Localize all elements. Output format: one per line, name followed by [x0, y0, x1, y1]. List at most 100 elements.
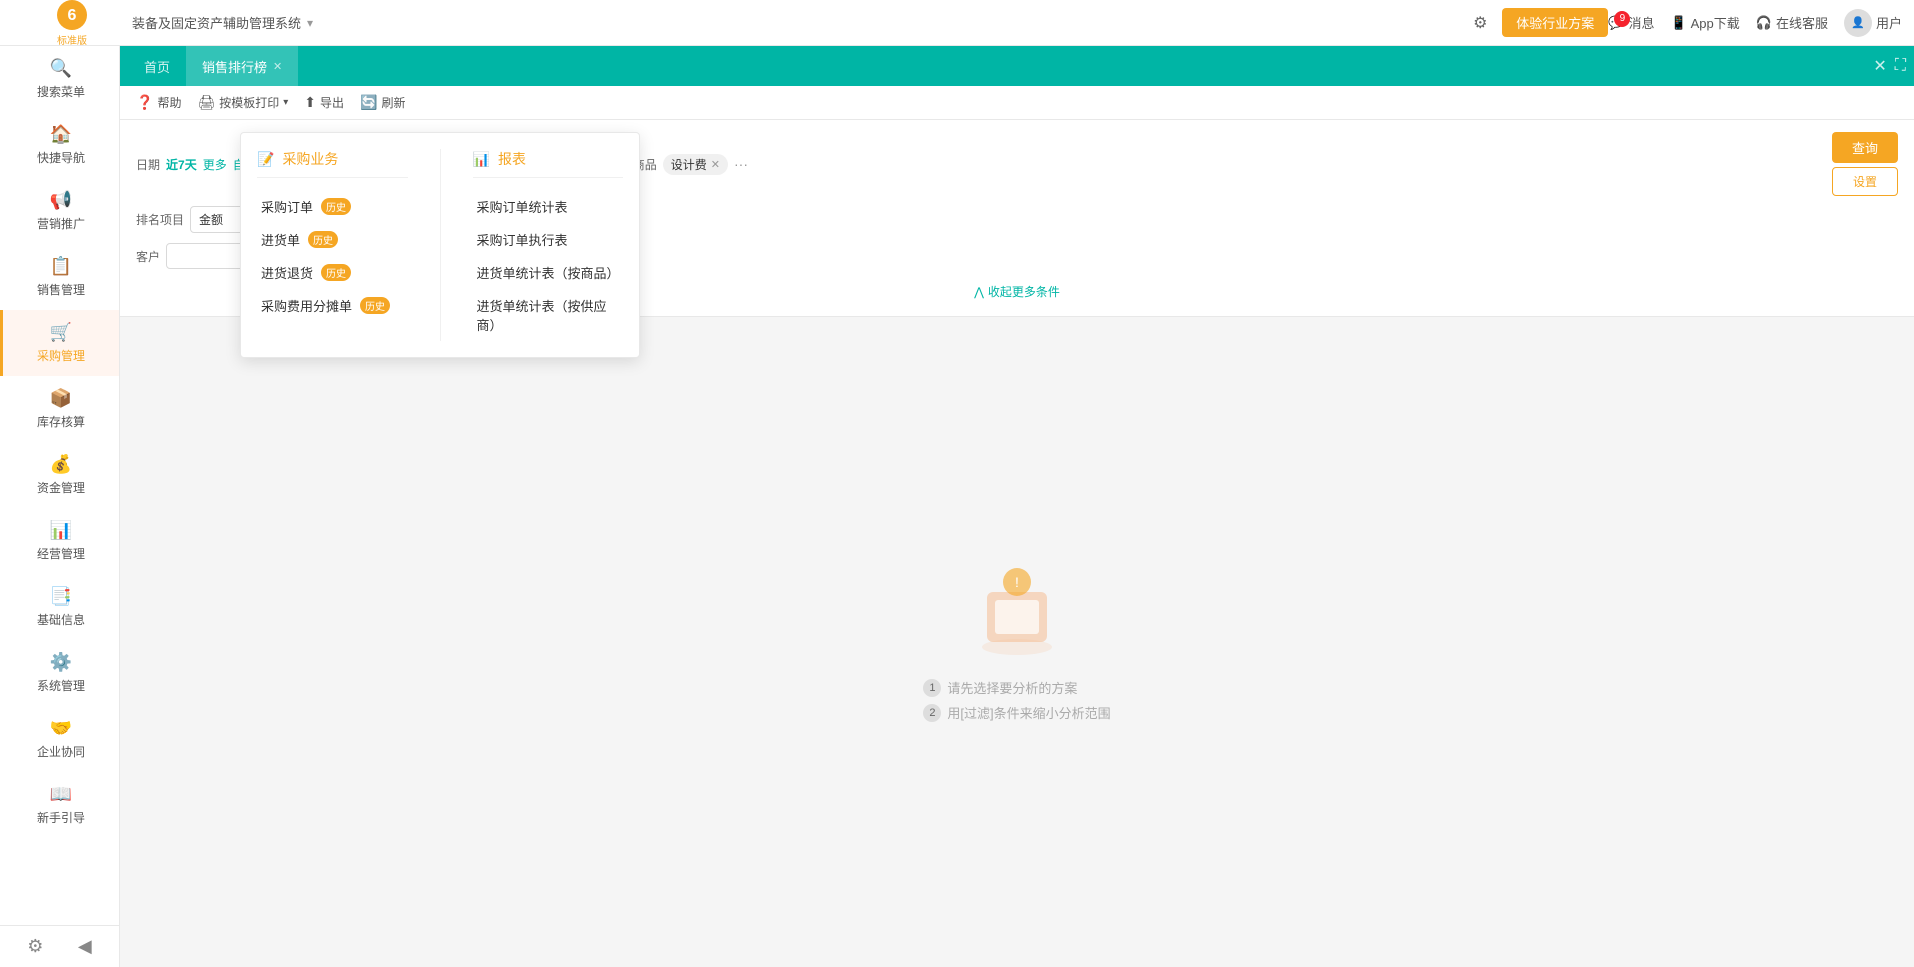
purchase-icon: 🛒	[50, 322, 72, 343]
dropdown-item-return[interactable]: 进货退货 历史	[257, 256, 408, 289]
goods-ellipsis[interactable]: ···	[734, 156, 748, 172]
incoming-label: 进货单	[261, 230, 300, 249]
system-icon: ⚙️	[50, 652, 72, 673]
enterprise-icon: 🤝	[50, 718, 72, 739]
dropdown-item-incoming-stat-by-goods[interactable]: 进货单统计表（按商品）	[473, 256, 624, 289]
sidebar-item-operation[interactable]: 📊 经营管理	[0, 508, 119, 574]
sidebar-item-enterprise[interactable]: 🤝 企业协同	[0, 706, 119, 772]
date-preset-more[interactable]: 更多	[203, 156, 227, 173]
purchase-order-label: 采购订单	[261, 197, 313, 216]
sidebar-settings-btn[interactable]: ⚙	[27, 936, 43, 957]
purchase-section-title: 采购业务	[282, 149, 338, 169]
sidebar-item-search[interactable]: 🔍 搜索菜单	[0, 46, 119, 112]
sidebar-item-marketing[interactable]: 📢 营销推广	[0, 178, 119, 244]
settings-outline-btn[interactable]: 设置	[1832, 167, 1898, 196]
purchase-order-history-badge: 历史	[321, 198, 351, 215]
purchase-section-header: 📝 采购业务	[257, 149, 408, 178]
purchase-section: 📝 采购业务 采购订单 历史 进货单 历史 进货退货 历史	[257, 149, 408, 341]
collapse-btn[interactable]: ⋀ 收起更多条件	[970, 279, 1064, 304]
sidebar-item-system[interactable]: ⚙️ 系统管理	[0, 640, 119, 706]
sidebar-label-marketing: 营销推广	[37, 215, 85, 232]
incoming-history-badge: 历史	[308, 231, 338, 248]
sidebar-item-purchase[interactable]: 🛒 采购管理	[0, 310, 119, 376]
sidebar-collapse-btn[interactable]: ◀	[78, 936, 92, 957]
logo-icon: 6	[56, 0, 88, 31]
return-history-badge: 历史	[321, 264, 351, 281]
tab-sales-rank[interactable]: 销售排行榜 ✕	[186, 46, 298, 86]
user-btn[interactable]: 👤 用户	[1844, 9, 1902, 37]
sidebar-label-quick-nav: 快捷导航	[37, 149, 85, 166]
report-section-icon: 📊	[473, 151, 490, 168]
sidebar-label-operation: 经营管理	[37, 545, 85, 562]
finance-icon: 💰	[50, 454, 72, 475]
system-title-text: 装备及固定资产辅助管理系统	[132, 13, 301, 32]
dropdown-item-purchase-order-exec[interactable]: 采购订单执行表	[473, 223, 624, 256]
sidebar-item-basic[interactable]: 📑 基础信息	[0, 574, 119, 640]
dropdown-item-incoming[interactable]: 进货单 历史	[257, 223, 408, 256]
print-icon: 🖨	[197, 94, 215, 111]
empty-tips: 1 请先选择要分析的方案 2 用[过滤]条件来缩小分析范围	[923, 678, 1110, 722]
guide-icon: 📖	[50, 784, 72, 805]
sidebar-bottom: ⚙ ◀	[0, 925, 119, 967]
inventory-icon: 📦	[50, 388, 72, 409]
sidebar: 🔍 搜索菜单 🏠 快捷导航 📢 营销推广 📋 销售管理 🛒 采购管理 📦 库存核…	[0, 46, 120, 967]
avatar: 👤	[1844, 9, 1872, 37]
print-dropdown-icon[interactable]: ▾	[283, 97, 288, 108]
empty-tip-1: 1 请先选择要分析的方案	[923, 678, 1110, 697]
online-service-label: 在线客服	[1776, 13, 1828, 32]
empty-tip-2: 2 用[过滤]条件来缩小分析范围	[923, 703, 1110, 722]
date-preset-7days[interactable]: 近7天	[166, 156, 197, 173]
refresh-label: 刷新	[381, 94, 405, 111]
online-service-btn[interactable]: 🎧 在线客服	[1756, 13, 1828, 32]
sidebar-item-finance[interactable]: 💰 资金管理	[0, 442, 119, 508]
return-label: 进货退货	[261, 263, 313, 282]
sidebar-label-enterprise: 企业协同	[37, 743, 85, 760]
experience-btn[interactable]: 体验行业方案	[1502, 8, 1608, 37]
dropdown-item-expense[interactable]: 采购费用分摊单 历史	[257, 289, 408, 322]
tab-close-window-icon[interactable]: ✕	[1873, 56, 1886, 76]
goods-input-area: 设计费 ✕ ···	[663, 154, 748, 175]
empty-state: ! 1 请先选择要分析的方案 2 用[过滤]条件来缩小分析范围	[120, 317, 1914, 967]
help-btn[interactable]: ❓ 帮助	[136, 94, 181, 111]
print-btn[interactable]: 🖨 按模板打印 ▾	[197, 94, 288, 111]
sidebar-label-system: 系统管理	[37, 677, 85, 694]
app-download-btn[interactable]: 📱 App下载	[1670, 13, 1739, 32]
export-btn[interactable]: ⬆ 导出	[304, 94, 344, 111]
tab-home[interactable]: 首页	[128, 46, 186, 86]
help-label: 帮助	[157, 94, 181, 111]
toolbar: ❓ 帮助 🖨 按模板打印 ▾ ⬆ 导出 🔄 刷新	[120, 86, 1914, 120]
search-icon: 🔍	[50, 58, 72, 79]
sidebar-label-search: 搜索菜单	[37, 83, 85, 100]
dropdown-item-purchase-order[interactable]: 采购订单 历史	[257, 190, 408, 223]
logo-text: 标准版	[57, 32, 87, 47]
sidebar-item-inventory[interactable]: 📦 库存核算	[0, 376, 119, 442]
sidebar-label-purchase: 采购管理	[37, 347, 85, 364]
goods-tag-close[interactable]: ✕	[711, 158, 720, 171]
sidebar-item-sales[interactable]: 📋 销售管理	[0, 244, 119, 310]
dropdown-item-incoming-stat-by-supplier[interactable]: 进货单统计表（按供应商）	[473, 289, 624, 341]
collapse-up-icon: ⋀	[974, 285, 984, 299]
tab-bar: 首页 销售排行榜 ✕ ✕ ⛶	[120, 46, 1914, 86]
tab-maximize-icon[interactable]: ⛶	[1895, 57, 1906, 75]
refresh-icon: 🔄	[360, 94, 377, 111]
refresh-btn[interactable]: 🔄 刷新	[360, 94, 405, 111]
system-title: 装备及固定资产辅助管理系统 ▾	[132, 13, 1466, 32]
query-btn[interactable]: 查询	[1832, 132, 1898, 163]
dropdown-arrow-icon[interactable]: ▾	[307, 16, 313, 30]
goods-tag: 设计费 ✕	[663, 154, 728, 175]
message-btn[interactable]: 💬 9 消息	[1608, 13, 1654, 32]
rank-item-value: 金额	[199, 211, 223, 228]
incoming-stat-by-supplier-label: 进货单统计表（按供应商）	[477, 296, 620, 334]
tab-bar-right: ✕ ⛶	[1873, 56, 1906, 76]
print-label: 按模板打印	[219, 94, 279, 111]
dropdown-item-purchase-order-stat[interactable]: 采购订单统计表	[473, 190, 624, 223]
sidebar-item-guide[interactable]: 📖 新手引导	[0, 772, 119, 838]
sidebar-label-guide: 新手引导	[37, 809, 85, 826]
settings-icon-btn[interactable]: ⚙	[1466, 9, 1494, 37]
sidebar-item-quick-nav[interactable]: 🏠 快捷导航	[0, 112, 119, 178]
rank-item-label: 排名项目	[136, 211, 184, 228]
app-download-label: App下载	[1691, 13, 1740, 32]
filter-goods: 商品 设计费 ✕ ···	[633, 154, 748, 175]
tab-close-icon[interactable]: ✕	[273, 60, 282, 73]
empty-illustration: !	[967, 562, 1067, 662]
